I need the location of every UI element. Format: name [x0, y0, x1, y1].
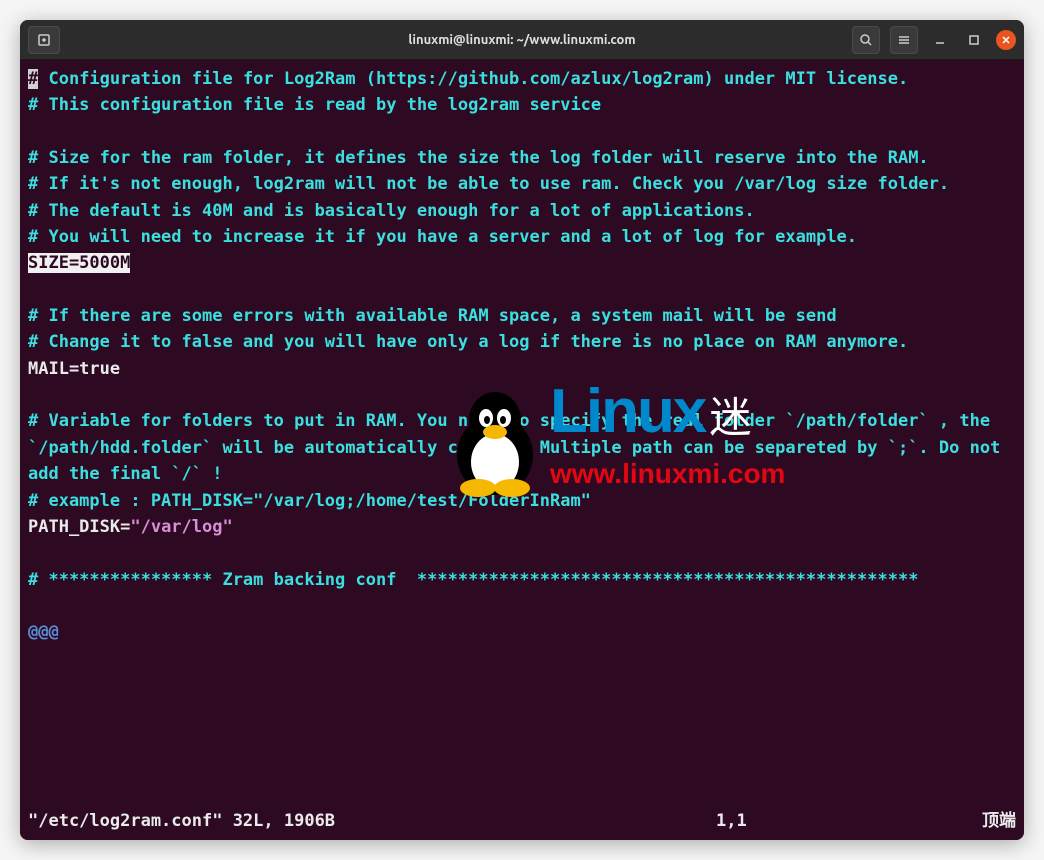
- minimize-icon: [934, 34, 946, 46]
- comment-text: # Size for the ram folder, it defines th…: [28, 148, 929, 168]
- search-button[interactable]: [852, 26, 880, 54]
- comment-text: # You will need to increase it if you ha…: [28, 227, 857, 247]
- maximize-icon: [968, 34, 980, 46]
- vim-statusline: "/etc/log2ram.conf" 32L, 1906B 1,1 顶端: [20, 808, 1024, 834]
- status-position: 1,1: [716, 808, 936, 834]
- comment-text: Configuration file for Log2Ram (https://…: [38, 69, 908, 89]
- status-percent: 顶端: [936, 808, 1016, 834]
- search-icon: [859, 33, 873, 47]
- hamburger-icon: [897, 33, 911, 47]
- path-disk-value: "/var/log": [130, 517, 232, 537]
- new-tab-icon: [37, 33, 51, 47]
- minimize-button[interactable]: [928, 28, 952, 52]
- titlebar: linuxmi@linuxmi: ~/www.linuxmi.com: [20, 20, 1024, 60]
- comment-text: # This configuration file is read by the…: [28, 95, 601, 115]
- maximize-button[interactable]: [962, 28, 986, 52]
- comment-text: # Change it to false and you will have o…: [28, 332, 908, 352]
- close-button[interactable]: [996, 30, 1016, 50]
- mail-setting: MAIL=true: [28, 359, 120, 379]
- close-icon: [1001, 35, 1011, 45]
- comment-text: # Variable for folders to put in RAM. Yo…: [28, 411, 1011, 484]
- comment-text: # **************** Zram backing conf ***…: [28, 570, 918, 590]
- terminal-content[interactable]: # Configuration file for Log2Ram (https:…: [20, 60, 1024, 840]
- comment-text: # If there are some errors with availabl…: [28, 306, 837, 326]
- status-filename: "/etc/log2ram.conf" 32L, 1906B: [28, 808, 716, 834]
- window-title: linuxmi@linuxmi: ~/www.linuxmi.com: [408, 33, 635, 47]
- path-disk-key: PATH_DISK=: [28, 517, 130, 537]
- new-tab-button[interactable]: [28, 26, 60, 54]
- vim-tilde: @@@: [28, 622, 59, 642]
- menu-button[interactable]: [890, 26, 918, 54]
- cursor-position: #: [28, 69, 38, 89]
- terminal-window: linuxmi@linuxmi: ~/www.linuxmi.com: [20, 20, 1024, 840]
- comment-text: # If it's not enough, log2ram will not b…: [28, 174, 949, 194]
- comment-text: # example : PATH_DISK="/var/log;/home/te…: [28, 491, 591, 511]
- size-setting: SIZE=5000M: [28, 253, 130, 273]
- comment-text: # The default is 40M and is basically en…: [28, 201, 755, 221]
